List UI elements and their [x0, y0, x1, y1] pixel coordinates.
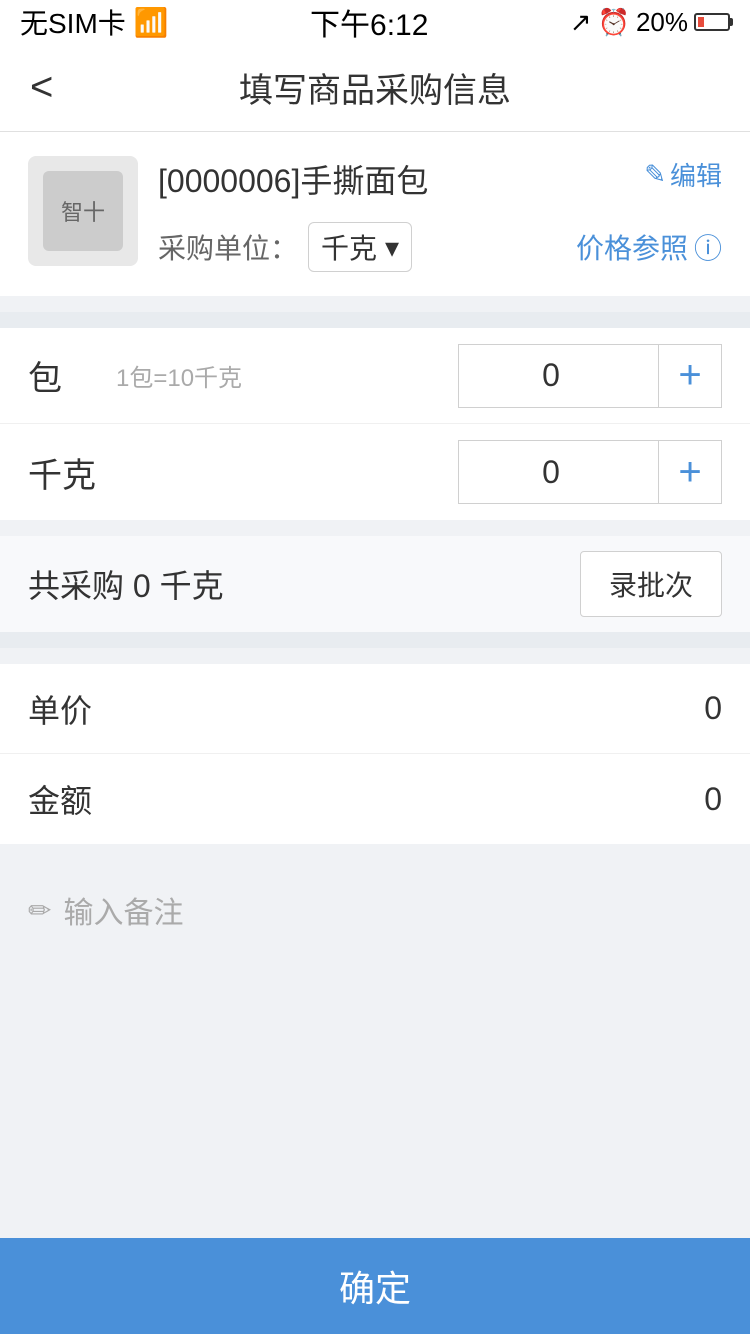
bag-input-controls: +	[458, 344, 722, 408]
chevron-down-icon: ▾	[385, 231, 399, 264]
unit-select[interactable]: 千克 ▾	[308, 222, 412, 272]
product-header: [0000006]手撕面包 ✎ 编辑	[158, 156, 722, 202]
page-title: 填写商品采购信息	[239, 63, 511, 112]
nav-bar: < 填写商品采购信息	[0, 44, 750, 132]
location-icon: ↗	[570, 7, 592, 38]
product-image: 智十	[28, 156, 138, 266]
edit-button[interactable]: ✎ 编辑	[644, 156, 722, 193]
edit-icon: ✎	[644, 159, 666, 190]
product-name: [0000006]手撕面包	[158, 156, 428, 202]
bottom-padding	[0, 1060, 750, 1160]
notes-placeholder-text: 输入备注	[63, 888, 183, 932]
status-right: ↗ ⏰ 20%	[570, 7, 730, 38]
bag-input-row: 包 1包=10千克 +	[0, 328, 750, 424]
alarm-icon: ⏰	[598, 7, 630, 38]
amount-row: 金额 0	[0, 754, 750, 844]
status-left: 无SIM卡 📶	[20, 2, 169, 42]
price-section: 单价 0 金额 0	[0, 664, 750, 844]
unit-price-value: 0	[704, 690, 722, 727]
back-button[interactable]: <	[20, 55, 63, 120]
confirm-button[interactable]: 确定	[0, 1238, 750, 1334]
total-label: 共采购 0 千克	[28, 561, 224, 607]
record-batch-button[interactable]: 录批次	[580, 551, 722, 617]
carrier-label: 无SIM卡	[20, 2, 126, 42]
price-ref-button[interactable]: 价格参照 ⓘ	[576, 227, 722, 267]
total-section: 共采购 0 千克 录批次	[0, 536, 750, 632]
pencil-icon: ✏	[28, 894, 51, 927]
product-unit-row: 采购单位： 千克 ▾ 价格参照 ⓘ	[158, 222, 722, 272]
kg-input-row: 千克 +	[0, 424, 750, 520]
total-row: 共采购 0 千克 录批次	[0, 536, 750, 632]
kg-input-controls: +	[458, 440, 722, 504]
status-time: 下午6:12	[310, 0, 428, 44]
battery-icon	[694, 13, 730, 31]
section-divider-1	[0, 312, 750, 328]
section-divider-2	[0, 632, 750, 648]
product-card: 智十 [0000006]手撕面包 ✎ 编辑 采购单位： 千克 ▾ 价格参照 ⓘ	[0, 132, 750, 296]
wifi-icon: 📶	[134, 6, 169, 39]
amount-label: 金额	[28, 776, 92, 822]
bag-plus-button[interactable]: +	[658, 344, 722, 408]
amount-value: 0	[704, 781, 722, 818]
unit-price-row: 单价 0	[0, 664, 750, 754]
product-logo: 智十	[43, 171, 123, 251]
bag-quantity-input[interactable]	[458, 344, 658, 408]
help-icon: ⓘ	[694, 227, 722, 267]
battery-percent: 20%	[636, 7, 688, 38]
kg-label: 千克	[28, 448, 108, 497]
bag-sub-label: 1包=10千克	[116, 358, 458, 393]
input-section: 包 1包=10千克 + 千克 +	[0, 328, 750, 520]
status-bar: 无SIM卡 📶 下午6:12 ↗ ⏰ 20%	[0, 0, 750, 44]
notes-section[interactable]: ✏ 输入备注	[0, 860, 750, 1060]
kg-plus-button[interactable]: +	[658, 440, 722, 504]
unit-label: 采购单位：	[158, 227, 298, 267]
bag-label: 包	[28, 351, 108, 400]
notes-placeholder: ✏ 输入备注	[28, 888, 722, 932]
product-info: [0000006]手撕面包 ✎ 编辑 采购单位： 千克 ▾ 价格参照 ⓘ	[158, 156, 722, 272]
unit-price-label: 单价	[28, 686, 92, 732]
kg-quantity-input[interactable]	[458, 440, 658, 504]
unit-row-left: 采购单位： 千克 ▾	[158, 222, 412, 272]
